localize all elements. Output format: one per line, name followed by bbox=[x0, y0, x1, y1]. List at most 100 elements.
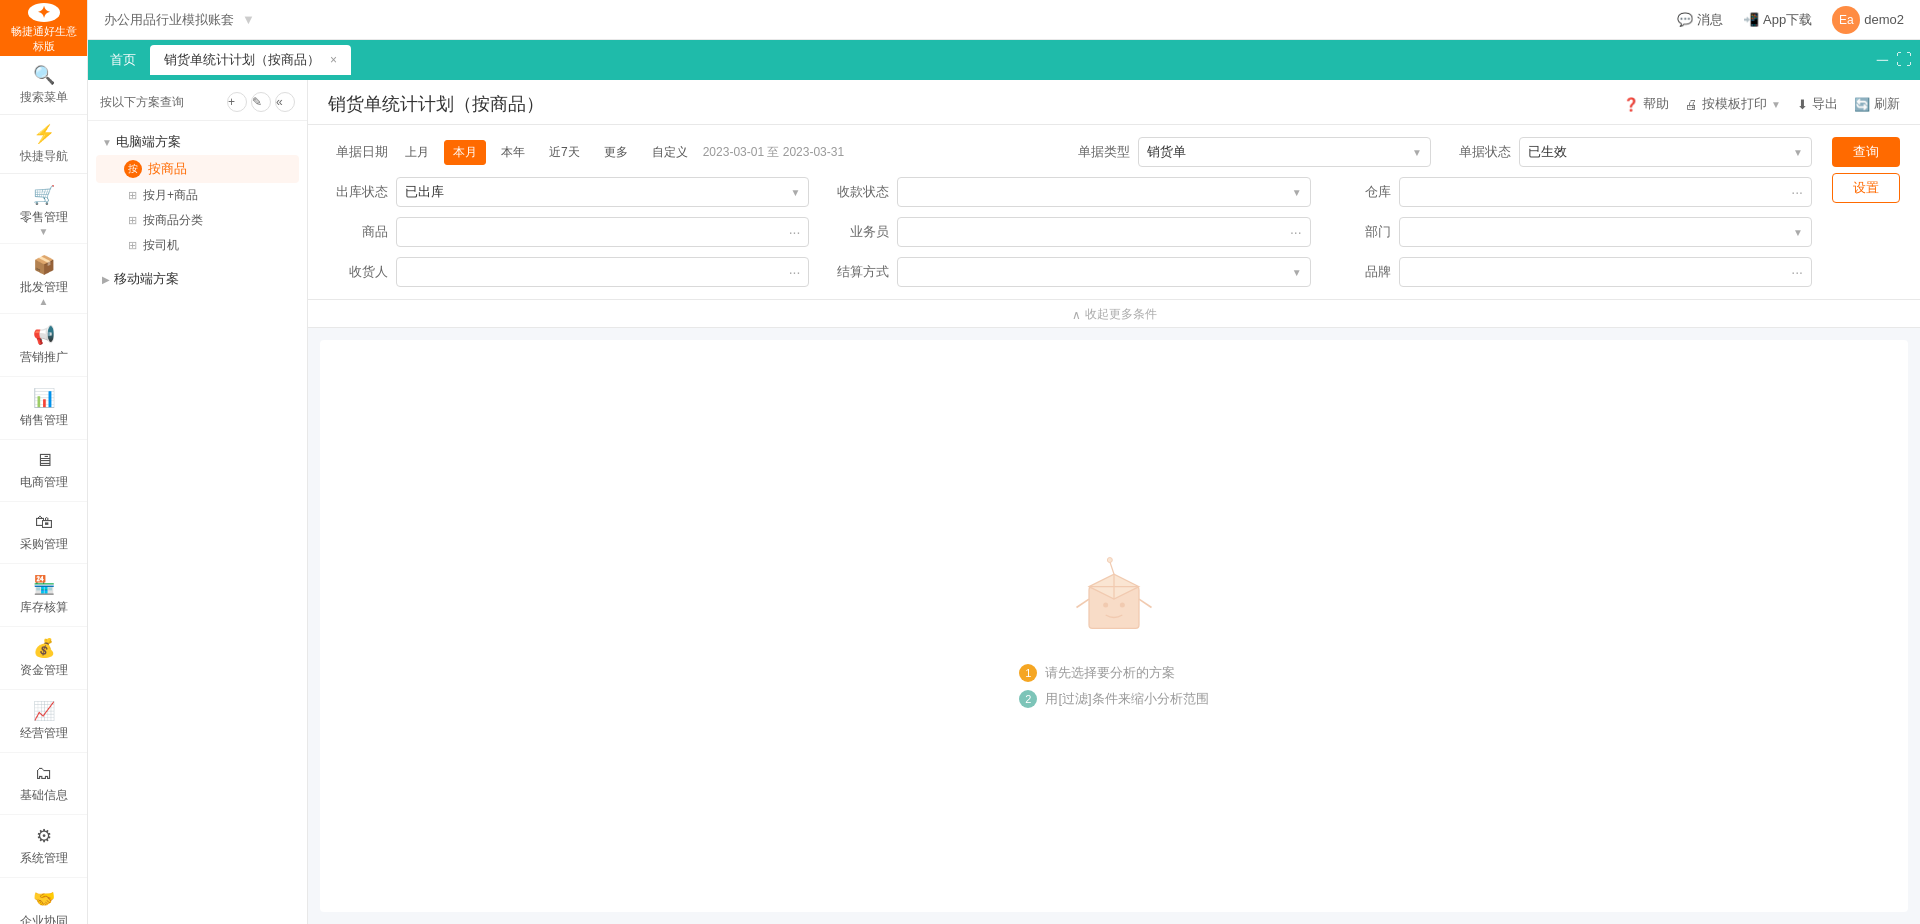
tab-active-label: 销货单统计计划（按商品） bbox=[164, 51, 320, 69]
receiver-input[interactable]: ··· bbox=[396, 257, 809, 287]
sidebar-item-basic[interactable]: 🗂 基础信息 bbox=[0, 753, 87, 815]
svg-point-4 bbox=[1103, 602, 1108, 607]
collect-status-label: 收款状态 bbox=[829, 183, 889, 201]
sidebar-item-finance[interactable]: 💰 资金管理 bbox=[0, 627, 87, 690]
date-custom-btn[interactable]: 自定义 bbox=[643, 140, 697, 165]
brand-field: 品牌 ··· bbox=[1331, 257, 1812, 287]
messages-btn[interactable]: 💬 消息 bbox=[1677, 11, 1723, 29]
tab-active[interactable]: 销货单统计计划（按商品） × bbox=[150, 45, 351, 75]
tip-num-1: 1 bbox=[1019, 664, 1037, 682]
empty-tips: 1 请先选择要分析的方案 2 用[过滤]条件来缩小分析范围 bbox=[1019, 664, 1208, 708]
warehouse-dots[interactable]: ··· bbox=[1791, 184, 1803, 200]
doc-status-select[interactable]: 已生效 ▼ bbox=[1519, 137, 1812, 167]
refresh-btn[interactable]: 🔄 刷新 bbox=[1854, 95, 1900, 113]
date-label: 单据日期 bbox=[328, 143, 388, 161]
sidebar-item-operations[interactable]: 📈 经营管理 bbox=[0, 690, 87, 753]
out-status-select[interactable]: 已出库 ▼ bbox=[396, 177, 809, 207]
tab-minimize-icon[interactable]: ─ bbox=[1877, 51, 1888, 69]
date-prev-btn[interactable]: 上月 bbox=[396, 140, 438, 165]
print-btn[interactable]: 🖨 按模板打印 ▼ bbox=[1685, 95, 1781, 113]
sidebar-item-inventory[interactable]: 🏪 库存核算 bbox=[0, 564, 87, 627]
logo-icon: ✦ bbox=[28, 3, 60, 22]
brand-dots[interactable]: ··· bbox=[1791, 264, 1803, 280]
category-icon: ⊞ bbox=[128, 214, 137, 227]
logo-text: 畅捷通好生意 bbox=[11, 24, 77, 38]
filter-fields: 单据日期 上月 本月 本年 近7天 更多 自定义 2023-03-01 至 20… bbox=[328, 137, 1812, 287]
settings-button[interactable]: 设置 bbox=[1832, 173, 1900, 203]
sidebar-quicknav[interactable]: ⚡ 快捷导航 bbox=[0, 115, 87, 174]
left-panel-header: 按以下方案查询 + ✎ « bbox=[88, 92, 307, 121]
tab-bar-right: ─ ⛶ bbox=[1877, 51, 1912, 69]
scheme-group-mobile-header[interactable]: ▶ 移动端方案 bbox=[96, 266, 299, 292]
query-button[interactable]: 查询 bbox=[1832, 137, 1900, 167]
operations-label: 经营管理 bbox=[20, 725, 68, 742]
export-btn[interactable]: ⬇ 导出 bbox=[1797, 95, 1838, 113]
add-scheme-btn[interactable]: + bbox=[227, 92, 247, 112]
scheme-group-desktop-label: 电脑端方案 bbox=[116, 133, 181, 151]
date-7days-btn[interactable]: 近7天 bbox=[540, 140, 589, 165]
doc-status-value: 已生效 bbox=[1528, 143, 1793, 161]
app-download-btn[interactable]: 📲 App下载 bbox=[1743, 11, 1812, 29]
empty-tip-2: 2 用[过滤]条件来缩小分析范围 bbox=[1019, 690, 1208, 708]
tab-maximize-icon[interactable]: ⛶ bbox=[1896, 51, 1912, 69]
scheme-item-by-driver[interactable]: ⊞ 按司机 bbox=[96, 233, 299, 258]
left-panel-actions: + ✎ « bbox=[227, 92, 295, 112]
doc-status-label: 单据状态 bbox=[1451, 143, 1511, 161]
sidebar-item-ecommerce[interactable]: 🖥 电商管理 bbox=[0, 440, 87, 502]
marketing-icon: 📢 bbox=[33, 324, 55, 346]
doc-type-select[interactable]: 销货单 ▼ bbox=[1138, 137, 1431, 167]
retail-label: 零售管理 bbox=[20, 209, 68, 226]
scheme-item-by-category[interactable]: ⊞ 按商品分类 bbox=[96, 208, 299, 233]
sidebar-item-purchase[interactable]: 🛍 采购管理 bbox=[0, 502, 87, 564]
brand-input[interactable]: ··· bbox=[1399, 257, 1812, 287]
right-panel: 销货单统计计划（按商品） ❓ 帮助 🖨 按模板打印 ▼ ⬇ 导出 bbox=[308, 80, 1920, 924]
tab-home-label: 首页 bbox=[110, 51, 136, 69]
basic-icon: 🗂 bbox=[35, 763, 53, 784]
collapse-btn[interactable]: ∧ 收起更多条件 bbox=[1072, 306, 1157, 323]
receiver-dots[interactable]: ··· bbox=[789, 264, 801, 280]
edit-scheme-btn[interactable]: ✎ bbox=[251, 92, 271, 112]
by-goods-icon: 按 bbox=[124, 160, 142, 178]
date-more-btn[interactable]: 更多 bbox=[595, 140, 637, 165]
user-profile[interactable]: Ea demo2 bbox=[1832, 6, 1904, 34]
dept-select[interactable]: ▼ bbox=[1399, 217, 1812, 247]
goods-input[interactable]: ··· bbox=[396, 217, 809, 247]
date-current-btn[interactable]: 本月 bbox=[444, 140, 486, 165]
scheme-group-mobile-label: 移动端方案 bbox=[114, 270, 179, 288]
tab-home[interactable]: 首页 bbox=[96, 45, 150, 75]
tip-text-2: 用[过滤]条件来缩小分析范围 bbox=[1045, 690, 1208, 708]
tab-close-icon[interactable]: × bbox=[330, 53, 337, 67]
sales-rep-dots[interactable]: ··· bbox=[1290, 224, 1302, 240]
collect-status-select[interactable]: ▼ bbox=[897, 177, 1310, 207]
date-year-btn[interactable]: 本年 bbox=[492, 140, 534, 165]
sales-icon: 📊 bbox=[33, 387, 55, 409]
scheme-group-desktop-header[interactable]: ▼ 电脑端方案 bbox=[96, 129, 299, 155]
doc-type-value: 销货单 bbox=[1147, 143, 1412, 161]
sidebar-item-system[interactable]: ⚙ 系统管理 bbox=[0, 815, 87, 878]
payment-method-select[interactable]: ▼ bbox=[897, 257, 1310, 287]
tip-text-1: 请先选择要分析的方案 bbox=[1045, 664, 1175, 682]
query-section: 查询 设置 bbox=[1832, 137, 1900, 287]
sidebar-item-wholesale[interactable]: 📦 批发管理 ▲ bbox=[0, 244, 87, 314]
goods-dots[interactable]: ··· bbox=[789, 224, 801, 240]
scheme-group-mobile: ▶ 移动端方案 bbox=[88, 266, 307, 292]
help-btn[interactable]: ❓ 帮助 bbox=[1623, 95, 1669, 113]
edit-icon: ✎ bbox=[252, 95, 270, 109]
sales-rep-input[interactable]: ··· bbox=[897, 217, 1310, 247]
sidebar-item-marketing[interactable]: 📢 营销推广 bbox=[0, 314, 87, 377]
driver-label: 按司机 bbox=[143, 237, 179, 254]
refresh-label: 刷新 bbox=[1874, 95, 1900, 113]
left-panel: 按以下方案查询 + ✎ « ▼ 电脑端方案 bbox=[88, 80, 308, 924]
collapse-panel-btn[interactable]: « bbox=[275, 92, 295, 112]
sidebar-item-sales[interactable]: 📊 销售管理 bbox=[0, 377, 87, 440]
scheme-item-by-goods[interactable]: 按 按商品 bbox=[96, 155, 299, 183]
refresh-icon: 🔄 bbox=[1854, 97, 1870, 112]
sidebar-item-retail[interactable]: 🛒 零售管理 ▼ bbox=[0, 174, 87, 244]
enterprise-label: 企业协同 bbox=[20, 913, 68, 924]
system-label: 系统管理 bbox=[20, 850, 68, 867]
scheme-item-by-month-goods[interactable]: ⊞ 按月+商品 bbox=[96, 183, 299, 208]
warehouse-input[interactable]: ··· bbox=[1399, 177, 1812, 207]
quicknav-label: 快捷导航 bbox=[20, 148, 68, 165]
sidebar-search[interactable]: 🔍 搜索菜单 bbox=[0, 56, 87, 115]
sidebar-item-enterprise[interactable]: 🤝 企业协同 bbox=[0, 878, 87, 924]
